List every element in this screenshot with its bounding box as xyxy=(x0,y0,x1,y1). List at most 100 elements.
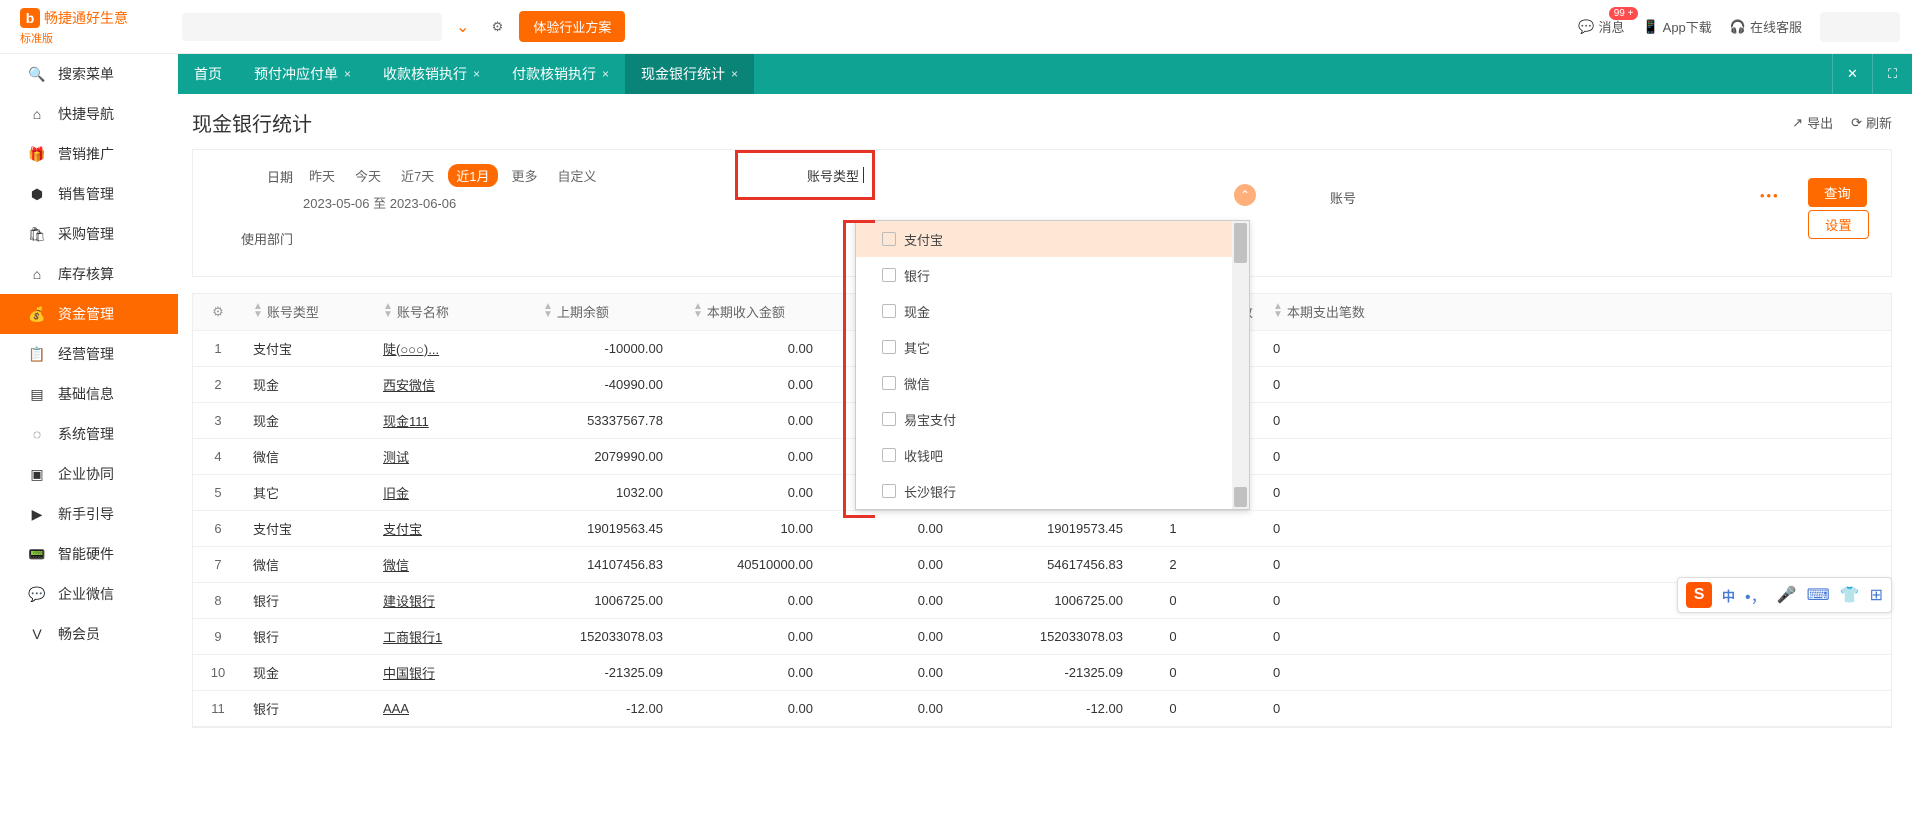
tab-0[interactable]: 首页 xyxy=(178,54,238,94)
dropdown-option[interactable]: 易宝支付 xyxy=(856,401,1249,437)
column-header[interactable]: ▲▼本期收入金额 xyxy=(683,294,833,330)
tab-1[interactable]: 预付冲应付单× xyxy=(238,54,367,94)
ime-punct-icon[interactable]: •， xyxy=(1745,583,1767,607)
sort-icon[interactable]: ▲▼ xyxy=(383,303,393,319)
account-name-link[interactable]: AAA xyxy=(383,701,409,716)
sidebar-item-10[interactable]: ▣企业协同 xyxy=(0,454,178,494)
account-name-link[interactable]: 陡(○○○)... xyxy=(383,342,439,357)
date-option[interactable]: 近1月 xyxy=(448,164,497,187)
tab-2[interactable]: 收款核销执行× xyxy=(367,54,496,94)
account-name-link[interactable]: 支付宝 xyxy=(383,522,422,537)
account-name-link[interactable]: 西安微信 xyxy=(383,378,435,393)
sidebar-item-0[interactable]: 🔍搜索菜单 xyxy=(0,54,178,94)
company-selector[interactable] xyxy=(182,13,442,41)
dropdown-scrollbar[interactable] xyxy=(1232,221,1249,509)
tab-3[interactable]: 付款核销执行× xyxy=(496,54,625,94)
sidebar-item-7[interactable]: 📋经营管理 xyxy=(0,334,178,374)
checkbox[interactable] xyxy=(882,304,896,318)
scroll-thumb[interactable] xyxy=(1234,223,1247,263)
sidebar-item-6[interactable]: 💰资金管理 xyxy=(0,294,178,334)
sogou-icon[interactable]: S xyxy=(1686,582,1712,608)
customer-service-link[interactable]: 🎧 在线客服 xyxy=(1730,17,1802,36)
date-option[interactable]: 更多 xyxy=(506,164,544,187)
dropdown-option[interactable]: 现金 xyxy=(856,293,1249,329)
sort-icon[interactable]: ▲▼ xyxy=(253,303,263,319)
account-name-link[interactable]: 建设银行 xyxy=(383,594,435,609)
sort-icon[interactable]: ▲▼ xyxy=(693,303,703,319)
trial-plan-button[interactable]: 体验行业方案 xyxy=(519,11,625,42)
sort-icon[interactable]: ▲▼ xyxy=(1273,303,1283,319)
column-header[interactable]: ⚙ xyxy=(193,294,243,330)
close-icon[interactable]: × xyxy=(602,67,609,81)
checkbox[interactable] xyxy=(882,448,896,462)
settings-gear-icon[interactable]: ⚙ xyxy=(483,13,511,41)
chevron-down-icon[interactable]: ⌄ xyxy=(456,17,469,37)
ime-lang[interactable]: 中 xyxy=(1722,586,1735,605)
account-type-filter[interactable]: 账号类型 xyxy=(735,150,875,200)
tab-4[interactable]: 现金银行统计× xyxy=(625,54,754,94)
sidebar-item-11[interactable]: ▶新手引导 xyxy=(0,494,178,534)
scroll-arrow[interactable] xyxy=(1234,487,1247,507)
sidebar-icon: V xyxy=(28,625,46,643)
sidebar-item-1[interactable]: ⌂快捷导航 xyxy=(0,94,178,134)
ime-toolbox-icon[interactable]: ⊞ xyxy=(1870,585,1883,605)
query-button[interactable]: 查询 xyxy=(1808,178,1867,207)
dropdown-option[interactable]: 长沙银行 xyxy=(856,473,1249,509)
dropdown-option[interactable]: 收钱吧 xyxy=(856,437,1249,473)
messages-link[interactable]: 💬 消息 99 + xyxy=(1578,17,1624,36)
date-option[interactable]: 今天 xyxy=(349,164,387,187)
date-option[interactable]: 自定义 xyxy=(552,164,603,187)
date-option[interactable]: 近7天 xyxy=(395,164,440,187)
ime-toolbar[interactable]: S 中 •， 🎤 ⌨ 👕 ⊞ xyxy=(1677,577,1892,613)
ime-keyboard-icon[interactable]: ⌨ xyxy=(1807,585,1830,605)
sidebar-item-8[interactable]: ▤基础信息 xyxy=(0,374,178,414)
dropdown-option[interactable]: 支付宝 xyxy=(856,221,1249,257)
sidebar-item-13[interactable]: 💬企业微信 xyxy=(0,574,178,614)
column-header[interactable]: ▲▼账号类型 xyxy=(243,294,373,330)
filter-settings-button[interactable]: 设置 xyxy=(1808,210,1869,239)
dropdown-option[interactable]: 其它 xyxy=(856,329,1249,365)
close-icon[interactable]: × xyxy=(731,67,738,81)
account-name-link[interactable]: 旧金 xyxy=(383,486,409,501)
account-name-link[interactable]: 中国银行 xyxy=(383,666,435,681)
account-name-link[interactable]: 测试 xyxy=(383,450,409,465)
column-header[interactable]: ▲▼账号名称 xyxy=(373,294,533,330)
dropdown-option[interactable]: 微信 xyxy=(856,365,1249,401)
column-header[interactable]: ▲▼本期支出笔数 xyxy=(1263,294,1891,330)
checkbox[interactable] xyxy=(882,268,896,282)
close-icon[interactable]: × xyxy=(473,67,480,81)
checkbox[interactable] xyxy=(882,412,896,426)
sidebar-item-3[interactable]: ⬢销售管理 xyxy=(0,174,178,214)
account-name-link[interactable]: 工商银行1 xyxy=(383,630,442,645)
date-option[interactable]: 昨天 xyxy=(303,164,341,187)
sidebar-item-5[interactable]: ⌂库存核算 xyxy=(0,254,178,294)
fullscreen-button[interactable]: ⛶ xyxy=(1872,54,1912,94)
ime-skin-icon[interactable]: 👕 xyxy=(1840,585,1860,605)
checkbox[interactable] xyxy=(882,232,896,246)
account-name-link[interactable]: 微信 xyxy=(383,558,409,573)
sidebar-item-2[interactable]: 🎁营销推广 xyxy=(0,134,178,174)
checkbox[interactable] xyxy=(882,376,896,390)
sidebar-item-9[interactable]: ◌系统管理 xyxy=(0,414,178,454)
ime-mic-icon[interactable]: 🎤 xyxy=(1777,585,1797,605)
user-avatar[interactable] xyxy=(1820,12,1900,42)
column-header[interactable]: ▲▼上期余额 xyxy=(533,294,683,330)
close-icon[interactable]: × xyxy=(344,67,351,81)
sidebar-item-14[interactable]: V畅会员 xyxy=(0,614,178,654)
app-download-link[interactable]: 📱 App下载 xyxy=(1642,17,1711,36)
collapse-filter-icon[interactable]: ⌃ xyxy=(1234,184,1256,206)
close-all-tabs-button[interactable]: ✕ xyxy=(1832,54,1872,94)
export-button[interactable]: ↗导出 xyxy=(1792,113,1833,132)
checkbox[interactable] xyxy=(882,340,896,354)
checkbox[interactable] xyxy=(882,484,896,498)
gear-icon[interactable]: ⚙ xyxy=(212,304,224,319)
refresh-button[interactable]: ⟳刷新 xyxy=(1851,113,1892,132)
sort-icon[interactable]: ▲▼ xyxy=(543,303,553,319)
dept-select[interactable] xyxy=(303,226,703,252)
dropdown-option[interactable]: 银行 xyxy=(856,257,1249,293)
table-row: 11银行AAA-12.000.000.00-12.0000 xyxy=(193,690,1891,726)
sidebar-item-4[interactable]: 🛍采购管理 xyxy=(0,214,178,254)
more-dots-button[interactable]: ••• xyxy=(1760,188,1780,203)
sidebar-item-12[interactable]: 📟智能硬件 xyxy=(0,534,178,574)
account-name-link[interactable]: 现金111 xyxy=(383,414,429,429)
